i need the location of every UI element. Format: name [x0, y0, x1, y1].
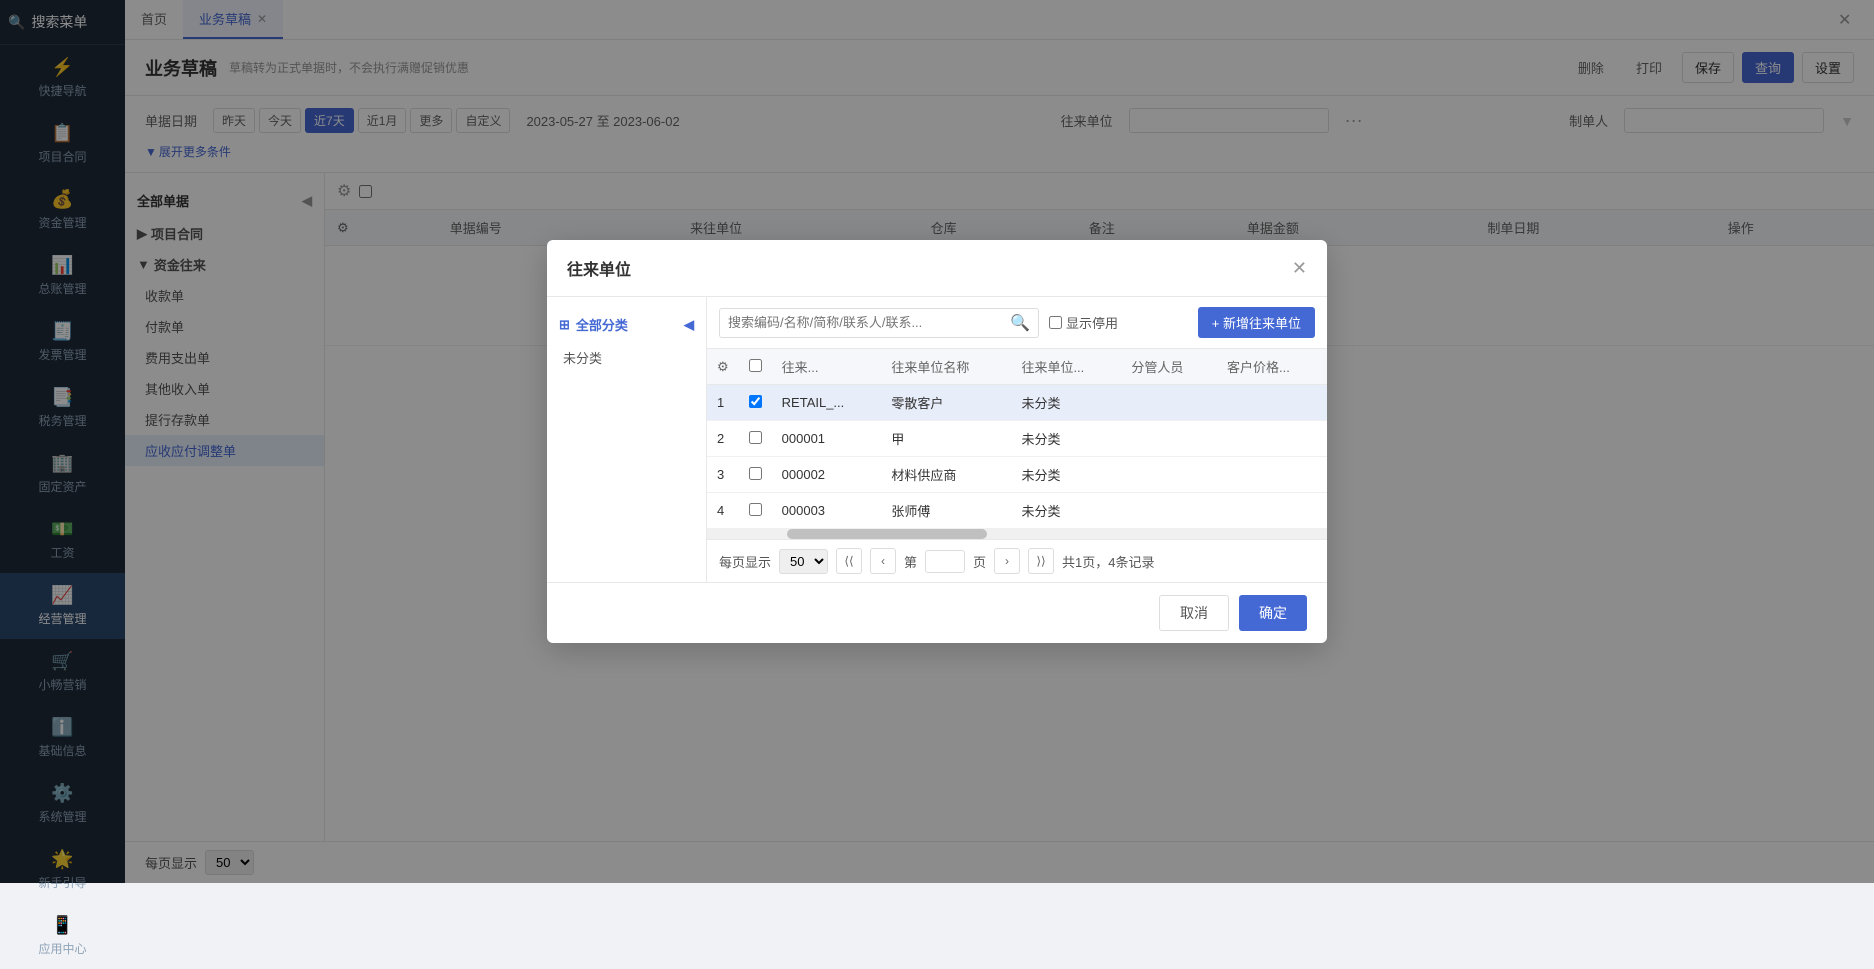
row-category: 未分类 — [1011, 493, 1121, 529]
modal-col-settings[interactable]: ⚙ — [707, 349, 739, 385]
modal-left-header-label: 全部分类 — [576, 315, 628, 334]
modal-table-wrap: ⚙ 往来... 往来单位名称 往来单位... 分管人员 客户价格... 1 — [707, 349, 1327, 529]
modal-table: ⚙ 往来... 往来单位名称 往来单位... 分管人员 客户价格... 1 — [707, 349, 1327, 529]
row-no: 2 — [707, 421, 739, 457]
add-partner-button[interactable]: + 新增往来单位 — [1198, 307, 1315, 338]
row-code: 000003 — [772, 493, 882, 529]
modal-col-name: 往来单位名称 — [881, 349, 1011, 385]
row-no: 3 — [707, 457, 739, 493]
row-salesman — [1121, 385, 1217, 421]
modal-col-price: 客户价格... — [1217, 349, 1327, 385]
show-disabled-checkbox[interactable] — [1049, 316, 1062, 329]
table-row[interactable]: 4 000003 张师傅 未分类 — [707, 493, 1327, 529]
modal-left-collapse-icon[interactable]: ◀ — [684, 317, 694, 333]
row-checkbox[interactable] — [739, 457, 772, 493]
modal-col-code: 往来... — [772, 349, 882, 385]
modal-left-item-label: 未分类 — [563, 351, 602, 366]
row-select-checkbox[interactable] — [749, 503, 762, 516]
row-code: RETAIL_... — [772, 385, 882, 421]
row-select-checkbox[interactable] — [749, 431, 762, 444]
row-category: 未分类 — [1011, 457, 1121, 493]
modal-close-icon[interactable]: ✕ — [1292, 258, 1307, 279]
modal-select-all-checkbox[interactable] — [749, 359, 762, 372]
row-code: 000002 — [772, 457, 882, 493]
modal-left-panel: ⊞ 全部分类 ◀ 未分类 — [547, 297, 707, 582]
show-disabled-label: 显示停用 — [1066, 313, 1118, 332]
row-no: 1 — [707, 385, 739, 421]
row-select-checkbox[interactable] — [749, 395, 762, 408]
confirm-button[interactable]: 确定 — [1239, 595, 1307, 631]
page-unit: 页 — [973, 552, 986, 571]
modal-left-item-unclassified[interactable]: 未分类 — [547, 342, 706, 373]
modal-partner: 往来单位 ✕ ⊞ 全部分类 ◀ 未分类 — [547, 240, 1327, 643]
row-category: 未分类 — [1011, 385, 1121, 421]
first-page-button[interactable]: ⟨⟨ — [836, 548, 862, 574]
modal-toolbar: 🔍 显示停用 + 新增往来单位 — [707, 297, 1327, 349]
row-name: 张师傅 — [881, 493, 1011, 529]
row-category: 未分类 — [1011, 421, 1121, 457]
total-info: 共1页，4条记录 — [1062, 552, 1154, 571]
row-name: 材料供应商 — [881, 457, 1011, 493]
modal-search-box[interactable]: 🔍 — [719, 308, 1039, 338]
grid-icon: ⊞ — [559, 317, 570, 333]
app-center-icon: 📱 — [51, 915, 73, 936]
sidebar-item-app-center[interactable]: 📱 应用中心 — [0, 903, 125, 969]
modal-col-checkbox — [739, 349, 772, 385]
per-page-label: 每页显示 — [719, 552, 771, 571]
page-label: 第 — [904, 552, 917, 571]
row-checkbox[interactable] — [739, 421, 772, 457]
modal-col-salesman: 分管人员 — [1121, 349, 1217, 385]
next-page-button[interactable]: › — [994, 548, 1020, 574]
search-icon: 🔍 — [1010, 313, 1030, 333]
row-no: 4 — [707, 493, 739, 529]
cancel-button[interactable]: 取消 — [1159, 595, 1229, 631]
scrollbar-thumb[interactable] — [787, 529, 987, 539]
table-row[interactable]: 2 000001 甲 未分类 — [707, 421, 1327, 457]
modal-overlay[interactable]: 往来单位 ✕ ⊞ 全部分类 ◀ 未分类 — [0, 0, 1874, 883]
row-code: 000001 — [772, 421, 882, 457]
page-number-input[interactable]: 1 — [925, 550, 965, 573]
row-salesman — [1121, 457, 1217, 493]
row-price — [1217, 457, 1327, 493]
row-select-checkbox[interactable] — [749, 467, 762, 480]
modal-body: ⊞ 全部分类 ◀ 未分类 🔍 显示 — [547, 297, 1327, 582]
row-price — [1217, 421, 1327, 457]
modal-header: 往来单位 ✕ — [547, 240, 1327, 297]
modal-left-header: ⊞ 全部分类 ◀ — [547, 307, 706, 342]
row-checkbox[interactable] — [739, 493, 772, 529]
modal-right-panel: 🔍 显示停用 + 新增往来单位 ⚙ — [707, 297, 1327, 582]
modal-title: 往来单位 — [567, 256, 631, 280]
modal-col-category: 往来单位... — [1011, 349, 1121, 385]
row-price — [1217, 385, 1327, 421]
row-name: 甲 — [881, 421, 1011, 457]
table-row[interactable]: 1 RETAIL_... 零散客户 未分类 — [707, 385, 1327, 421]
row-name: 零散客户 — [881, 385, 1011, 421]
row-checkbox[interactable] — [739, 385, 772, 421]
per-page-select[interactable]: 50 — [779, 549, 828, 574]
row-salesman — [1121, 493, 1217, 529]
last-page-button[interactable]: ⟩⟩ — [1028, 548, 1054, 574]
row-salesman — [1121, 421, 1217, 457]
horizontal-scrollbar[interactable] — [707, 529, 1327, 539]
row-price — [1217, 493, 1327, 529]
modal-footer: 取消 确定 — [547, 582, 1327, 643]
show-disabled-toggle[interactable]: 显示停用 — [1049, 313, 1118, 332]
sidebar-item-label: 应用中心 — [38, 940, 86, 957]
prev-page-button[interactable]: ‹ — [870, 548, 896, 574]
modal-search-input[interactable] — [728, 315, 1004, 330]
table-row[interactable]: 3 000002 材料供应商 未分类 — [707, 457, 1327, 493]
modal-pagination: 每页显示 50 ⟨⟨ ‹ 第 1 页 › ⟩⟩ 共1页，4条记录 — [707, 539, 1327, 582]
